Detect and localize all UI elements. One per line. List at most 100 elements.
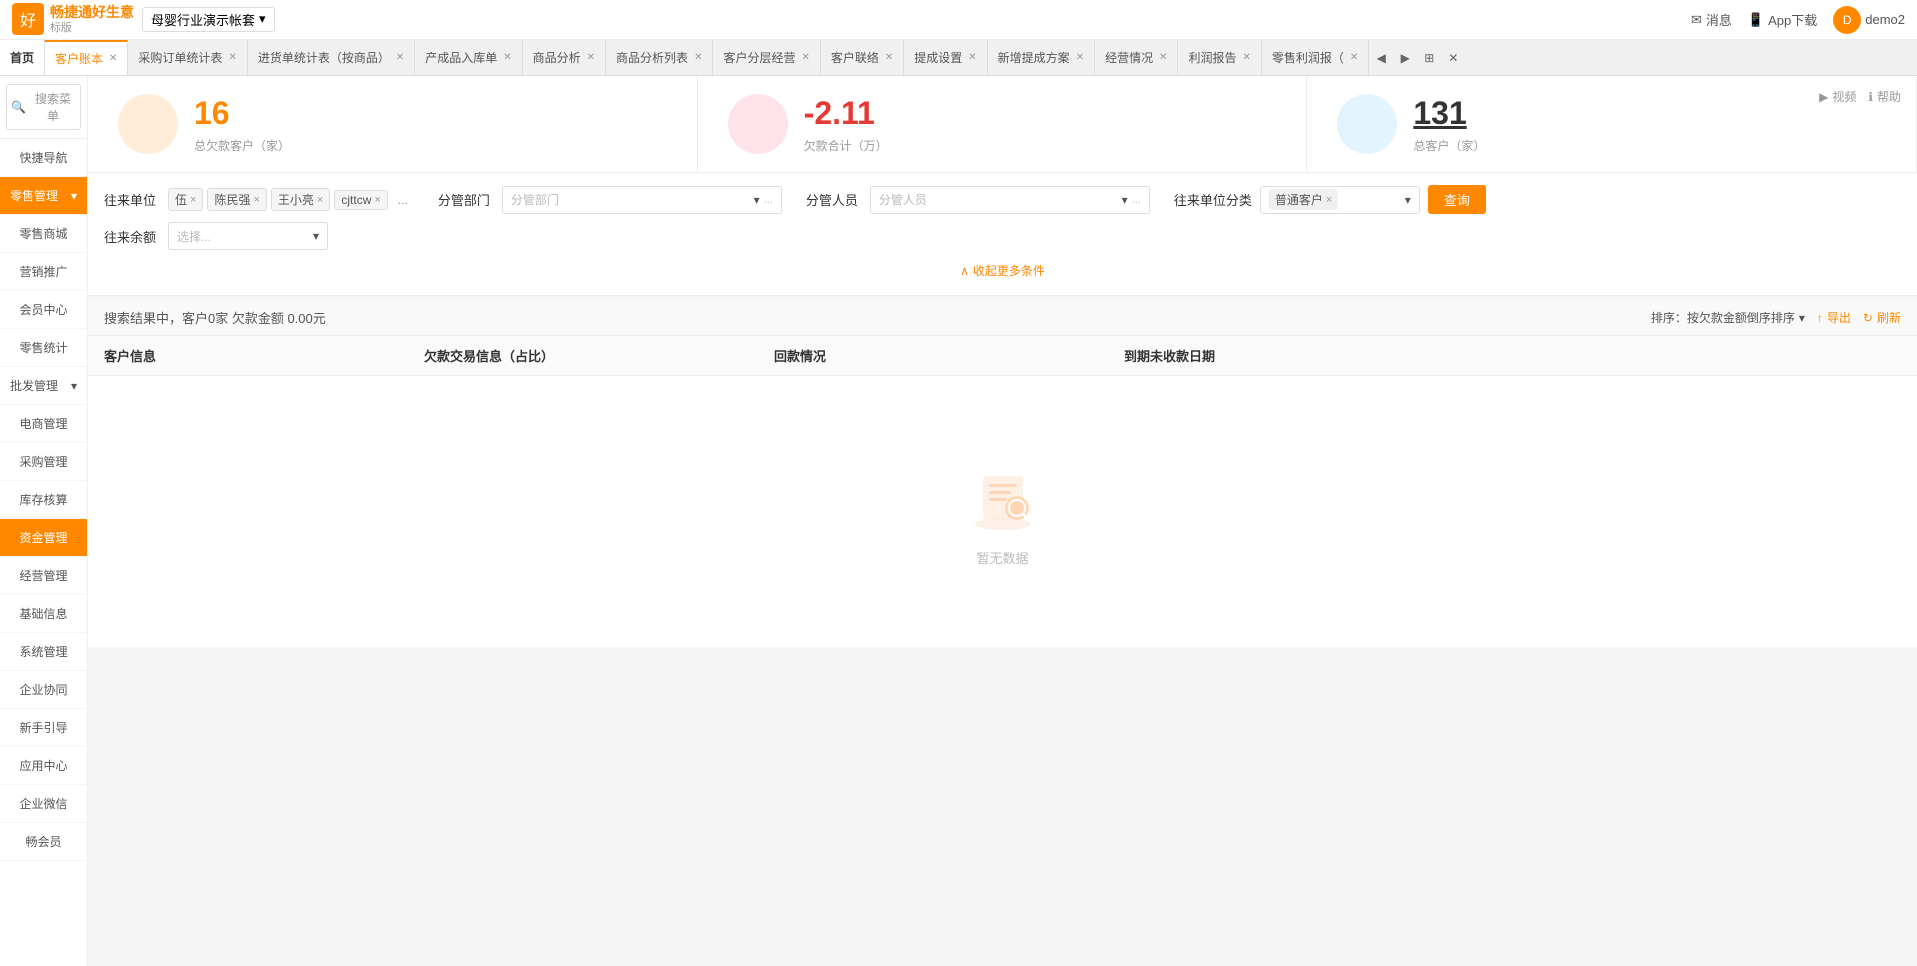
sidebar-item-retail-stats[interactable]: 零售统计 bbox=[0, 329, 87, 367]
logo-area: 好 畅捷通好生意 标版 bbox=[12, 3, 134, 35]
tab-close-icon[interactable]: ✕ bbox=[396, 52, 404, 63]
tag-close-icon[interactable]: × bbox=[317, 194, 323, 206]
sidebar-item-ecommerce[interactable]: 电商管理 bbox=[0, 405, 87, 443]
tab-close-icon[interactable]: ✕ bbox=[587, 52, 595, 63]
chevron-up-icon: ∧ bbox=[960, 264, 969, 278]
tab-close-icon[interactable]: ✕ bbox=[1243, 52, 1251, 63]
filter-tag-wang[interactable]: 王小亮 × bbox=[271, 188, 330, 211]
tab-customer-ledger[interactable]: 客户账本 ✕ bbox=[45, 40, 128, 76]
tab-new-commission[interactable]: 新增提成方案 ✕ bbox=[988, 40, 1095, 76]
stat-value-1: 16 bbox=[194, 94, 667, 132]
sidebar-item-enterprise-wechat[interactable]: 企业微信 bbox=[0, 785, 87, 823]
tag-close-icon[interactable]: × bbox=[253, 194, 259, 206]
filter-tag-wu[interactable]: 伍 × bbox=[168, 188, 203, 211]
stat-label-3: 总客户（家） bbox=[1413, 137, 1886, 154]
message-btn[interactable]: ✉ 消息 bbox=[1691, 10, 1732, 29]
sidebar-item-business-mgmt[interactable]: 经营管理 bbox=[0, 557, 87, 595]
tab-expand-btn[interactable]: ⊞ bbox=[1417, 40, 1441, 76]
tab-close-icon[interactable]: ✕ bbox=[228, 52, 236, 63]
sort-dropdown[interactable]: 排序：按欠款金额倒序排序 ▾ bbox=[1651, 309, 1805, 326]
tag-close-icon[interactable]: × bbox=[374, 194, 380, 206]
download-icon: 📱 bbox=[1748, 12, 1764, 28]
stat-info-2: -2.11 欠款合计（万） bbox=[804, 94, 1277, 153]
tab-product-analysis[interactable]: 商品分析 ✕ bbox=[523, 40, 606, 76]
tab-close-icon[interactable]: ✕ bbox=[1350, 52, 1358, 63]
filter-label-person: 分管人员 bbox=[806, 190, 862, 209]
sidebar-item-purchase[interactable]: 采购管理 bbox=[0, 443, 87, 481]
app-download-btn[interactable]: 📱 App下载 bbox=[1748, 10, 1817, 29]
user-menu[interactable]: D demo2 bbox=[1833, 6, 1905, 34]
sidebar-item-retail-mall[interactable]: 零售商城 bbox=[0, 215, 87, 253]
tab-close-icon[interactable]: ✕ bbox=[1076, 52, 1084, 63]
stat-top-right-actions: ▶ 视频 ℹ 帮助 bbox=[1819, 88, 1901, 105]
export-btn[interactable]: ↑ 导出 bbox=[1817, 309, 1851, 326]
empty-state: 暂无数据 bbox=[88, 376, 1917, 647]
sidebar: 🔍 搜索菜单 快捷导航 零售管理 ▾ 零售商城 营销推广 会员中心 零售统计 批… bbox=[0, 76, 88, 966]
tab-next-btn[interactable]: ▶ bbox=[1393, 40, 1417, 76]
filter-dept-select[interactable]: 分管部门 ▾ ... bbox=[502, 186, 782, 214]
refresh-btn[interactable]: ↻ 刷新 bbox=[1863, 309, 1901, 326]
table-col-debt: 欠款交易信息（占比） bbox=[424, 346, 774, 365]
stat-info-1: 16 总欠款客户（家） bbox=[194, 94, 667, 153]
sidebar-item-enterprise-collab[interactable]: 企业协同 bbox=[0, 671, 87, 709]
tab-close-icon[interactable]: ✕ bbox=[801, 52, 809, 63]
sidebar-item-basic-info[interactable]: 基础信息 bbox=[0, 595, 87, 633]
sidebar-item-capital-mgmt[interactable]: 资金管理 bbox=[0, 519, 87, 557]
tag-close-icon[interactable]: × bbox=[190, 194, 196, 206]
search-menu-btn[interactable]: 🔍 搜索菜单 bbox=[6, 84, 81, 130]
filter-person-select[interactable]: 分管人员 ▾ ... bbox=[870, 186, 1150, 214]
tab-product-inbound[interactable]: 产成品入库单 ✕ bbox=[415, 40, 522, 76]
tab-customer-tier[interactable]: 客户分层经营 ✕ bbox=[713, 40, 820, 76]
tab-purchase-order[interactable]: 采购订单统计表 ✕ bbox=[128, 40, 247, 76]
tab-close-icon[interactable]: ✕ bbox=[968, 52, 976, 63]
stat-icon-building bbox=[1337, 94, 1397, 154]
sidebar-item-quick-nav[interactable]: 快捷导航 bbox=[0, 139, 87, 177]
sidebar-item-marketing[interactable]: 营销推广 bbox=[0, 253, 87, 291]
table-header: 客户信息 欠款交易信息（占比） 回款情况 到期未收款日期 bbox=[88, 336, 1917, 376]
tab-close-icon[interactable]: ✕ bbox=[694, 52, 702, 63]
query-btn[interactable]: 查询 bbox=[1428, 185, 1486, 214]
top-header: 好 畅捷通好生意 标版 母婴行业演示帐套 ▾ ✉ 消息 📱 App下载 D de… bbox=[0, 0, 1917, 40]
sidebar-item-chang-member[interactable]: 畅会员 bbox=[0, 823, 87, 861]
filter-tag-chen[interactable]: 陈民强 × bbox=[207, 188, 266, 211]
tag-close-icon[interactable]: × bbox=[1326, 194, 1332, 206]
filter-tag-cjttcw[interactable]: cjttcw × bbox=[334, 190, 387, 210]
stat-info-3: 131 总客户（家） bbox=[1413, 94, 1886, 153]
collapse-filter-btn[interactable]: ∧ 收起更多条件 bbox=[948, 258, 1057, 283]
filter-tag-more[interactable]: ... bbox=[392, 191, 414, 209]
sidebar-item-system[interactable]: 系统管理 bbox=[0, 633, 87, 671]
video-icon: ▶ bbox=[1819, 90, 1828, 104]
tab-customer-contact[interactable]: 客户联络 ✕ bbox=[821, 40, 904, 76]
sidebar-item-app-center[interactable]: 应用中心 bbox=[0, 747, 87, 785]
chevron-down-icon: ▾ bbox=[259, 11, 266, 27]
tab-close-all-btn[interactable]: ✕ bbox=[1441, 40, 1465, 76]
filter-category-select[interactable]: 普通客户 × ▾ bbox=[1260, 186, 1420, 214]
sidebar-item-member-center[interactable]: 会员中心 bbox=[0, 291, 87, 329]
tab-prev-btn[interactable]: ◀ bbox=[1369, 40, 1393, 76]
sidebar-item-wholesale-mgmt[interactable]: 批发管理 ▾ bbox=[0, 367, 87, 405]
chevron-down-icon: ▾ bbox=[313, 229, 319, 243]
tab-product-analysis-list[interactable]: 商品分析列表 ✕ bbox=[606, 40, 713, 76]
industry-dropdown[interactable]: 母婴行业演示帐套 ▾ bbox=[142, 7, 275, 32]
tab-close-icon[interactable]: ✕ bbox=[885, 52, 893, 63]
tab-retail-profit[interactable]: 零售利润报（ ✕ bbox=[1262, 40, 1369, 76]
filter-label-category: 往来单位分类 bbox=[1174, 190, 1252, 209]
tab-inbound-stats[interactable]: 进货单统计表（按商品） ✕ bbox=[248, 40, 415, 76]
stat-debt-total: ¥ -2.11 欠款合计（万） bbox=[698, 76, 1308, 172]
tab-close-icon[interactable]: ✕ bbox=[503, 52, 511, 63]
filter-balance-select[interactable]: 选择... ▾ bbox=[168, 222, 328, 250]
tab-close-icon[interactable]: ✕ bbox=[109, 53, 117, 64]
tab-close-icon[interactable]: ✕ bbox=[1159, 52, 1167, 63]
tab-home[interactable]: 首页 bbox=[0, 40, 45, 76]
tab-profit-report[interactable]: 利润报告 ✕ bbox=[1178, 40, 1261, 76]
video-btn[interactable]: ▶ 视频 bbox=[1819, 88, 1856, 105]
sidebar-item-beginner-guide[interactable]: 新手引导 bbox=[0, 709, 87, 747]
table-col-repayment: 回款情况 bbox=[774, 346, 1124, 365]
tab-commission-settings[interactable]: 提成设置 ✕ bbox=[904, 40, 987, 76]
filter-tag-common-customer[interactable]: 普通客户 × bbox=[1269, 189, 1338, 210]
help-btn[interactable]: ℹ 帮助 bbox=[1868, 88, 1901, 105]
sidebar-item-inventory[interactable]: 库存核算 bbox=[0, 481, 87, 519]
result-bar: 搜索结果中，客户0家 欠款金额 0.00元 排序：按欠款金额倒序排序 ▾ ↑ 导… bbox=[88, 300, 1917, 336]
sidebar-item-retail-mgmt[interactable]: 零售管理 ▾ bbox=[0, 177, 87, 215]
tab-business-status[interactable]: 经营情况 ✕ bbox=[1095, 40, 1178, 76]
